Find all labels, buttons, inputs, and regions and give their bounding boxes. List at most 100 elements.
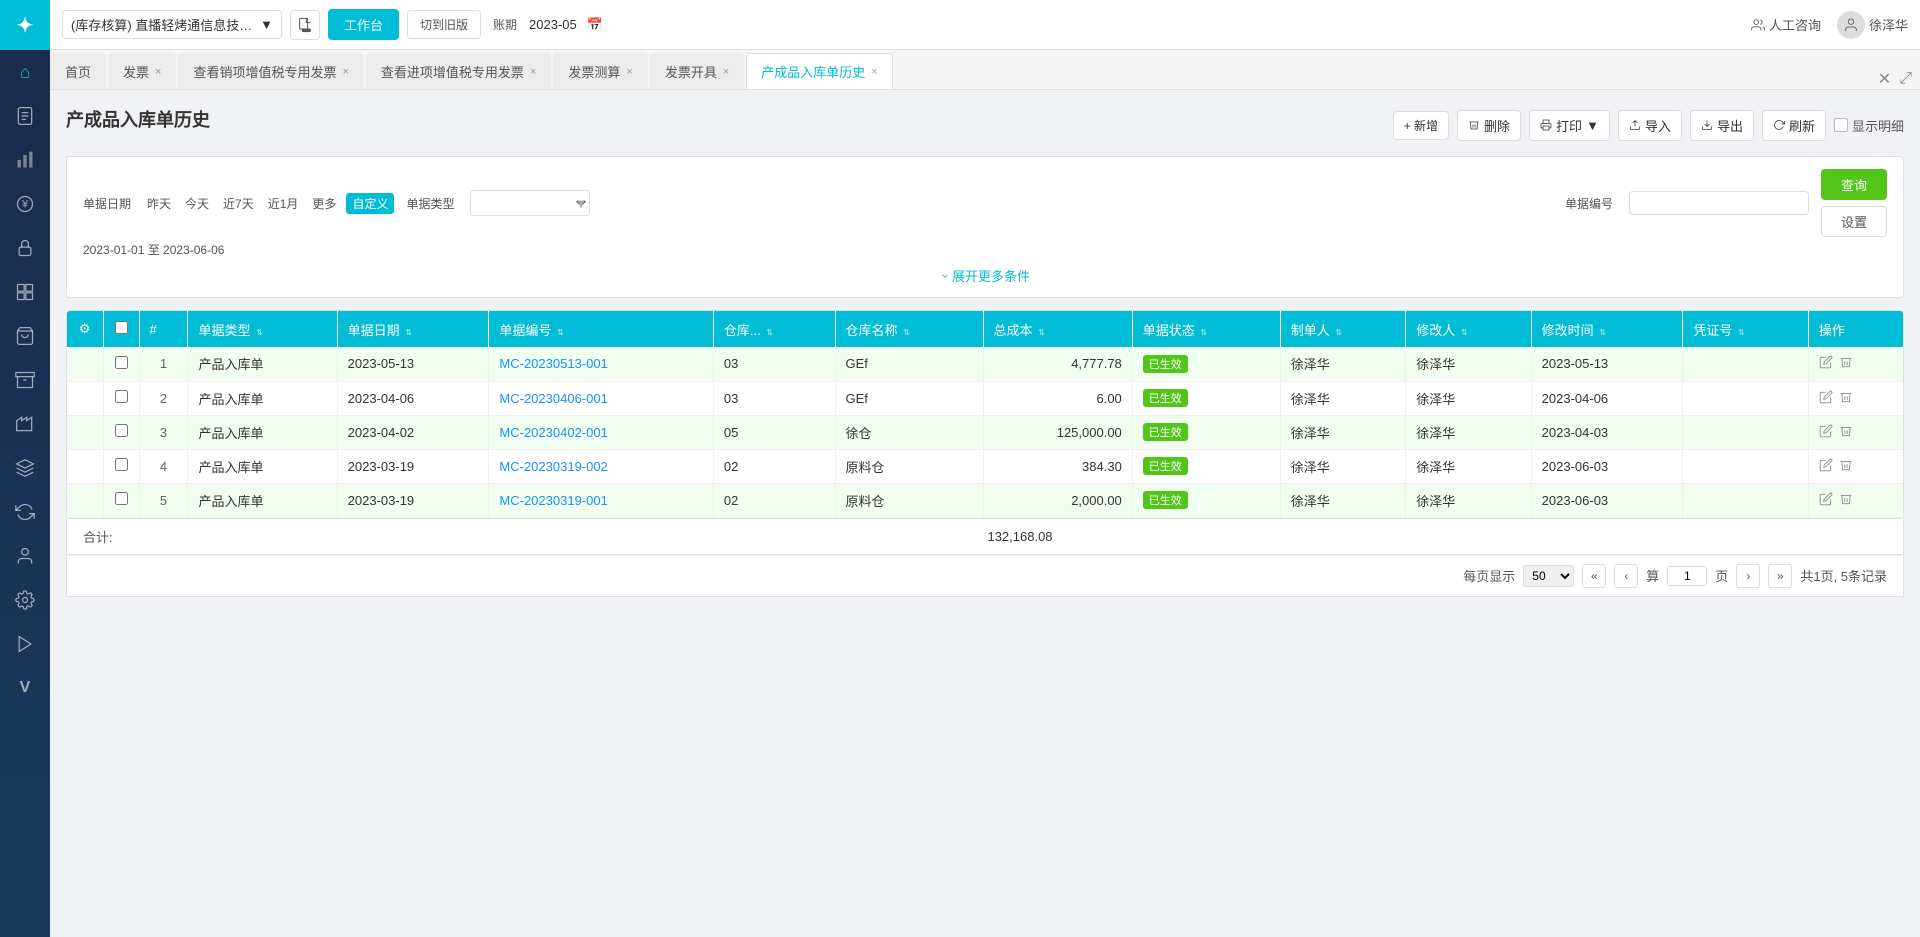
row-delete-icon[interactable] bbox=[1839, 424, 1853, 441]
row-number-link[interactable]: MC-20230513-001 bbox=[499, 356, 607, 371]
show-detail-toggle[interactable]: 显示明细 bbox=[1834, 116, 1904, 135]
sidebar-item-stamp[interactable] bbox=[0, 446, 50, 490]
sidebar-item-v[interactable]: V bbox=[0, 666, 50, 710]
row-edit-icon[interactable] bbox=[1819, 424, 1833, 441]
th-check[interactable] bbox=[103, 311, 139, 347]
expand-conditions-button[interactable]: 展开更多条件 bbox=[940, 266, 1030, 285]
th-creator[interactable]: 制单人 ⇅ bbox=[1280, 311, 1405, 347]
row-number[interactable]: MC-20230402-001 bbox=[489, 415, 713, 449]
tab-expand-icon[interactable]: ⤢ bbox=[1899, 70, 1912, 88]
type-filter-select[interactable] bbox=[470, 190, 590, 216]
row-check[interactable] bbox=[103, 381, 139, 415]
import-button[interactable]: 导入 bbox=[1618, 110, 1682, 141]
th-number[interactable]: 单据编号 ⇅ bbox=[489, 311, 713, 347]
tab-sales-invoice-close[interactable]: × bbox=[342, 66, 348, 78]
next-page-button[interactable]: › bbox=[1736, 564, 1760, 588]
row-check[interactable] bbox=[103, 415, 139, 449]
row-check[interactable] bbox=[103, 449, 139, 483]
sidebar-item-recycle[interactable] bbox=[0, 490, 50, 534]
tab-invoice[interactable]: 发票 × bbox=[108, 53, 176, 89]
th-voucher[interactable]: 凭证号 ⇅ bbox=[1683, 311, 1808, 347]
row-delete-icon[interactable] bbox=[1839, 458, 1853, 475]
print-button[interactable]: 打印 ▼ bbox=[1529, 110, 1610, 141]
sidebar-item-grid[interactable] bbox=[0, 270, 50, 314]
row-check[interactable] bbox=[103, 483, 139, 517]
th-modifier[interactable]: 修改人 ⇅ bbox=[1406, 311, 1531, 347]
row-edit-icon[interactable] bbox=[1819, 492, 1833, 509]
query-button[interactable]: 查询 bbox=[1821, 169, 1887, 200]
tab-product-history-close[interactable]: × bbox=[871, 66, 877, 78]
refresh-button[interactable]: 刷新 bbox=[1762, 110, 1826, 141]
number-filter-input[interactable] bbox=[1629, 191, 1809, 215]
delete-button[interactable]: 删除 bbox=[1457, 110, 1521, 141]
first-page-button[interactable]: « bbox=[1582, 564, 1606, 588]
prev-page-button[interactable]: ‹ bbox=[1614, 564, 1638, 588]
tab-invoice-calc[interactable]: 发票测算 × bbox=[553, 53, 647, 89]
shortcut-today[interactable]: 今天 bbox=[181, 193, 213, 214]
row-edit-icon[interactable] bbox=[1819, 458, 1833, 475]
tab-invoice-close[interactable]: × bbox=[155, 66, 161, 78]
tab-product-history[interactable]: 产成品入库单历史 × bbox=[746, 53, 892, 89]
calendar-icon[interactable]: 📅 bbox=[587, 17, 603, 33]
workbench-button[interactable]: 工作台 bbox=[328, 9, 399, 40]
sidebar-item-money[interactable]: ¥ bbox=[0, 182, 50, 226]
page-number-input[interactable] bbox=[1667, 566, 1707, 586]
th-warehouse-name[interactable]: 仓库名称 ⇅ bbox=[835, 311, 983, 347]
row-number[interactable]: MC-20230513-001 bbox=[489, 347, 713, 381]
row-delete-icon[interactable] bbox=[1839, 355, 1853, 372]
company-selector[interactable]: (库存核算) 直播轻烤通信息技术股份... ▼ bbox=[62, 10, 282, 39]
shortcut-yesterday[interactable]: 昨天 bbox=[143, 193, 175, 214]
row-check[interactable] bbox=[103, 347, 139, 381]
sidebar-item-lock[interactable] bbox=[0, 226, 50, 270]
sidebar-item-home[interactable]: ⌂ bbox=[0, 50, 50, 94]
row-edit-icon[interactable] bbox=[1819, 390, 1833, 407]
row-checkbox[interactable] bbox=[115, 356, 128, 369]
tab-sales-invoice[interactable]: 查看销项增值税专用发票 × bbox=[178, 53, 363, 89]
switch-version-button[interactable]: 切到旧版 bbox=[407, 10, 481, 39]
tab-close-all-icon[interactable]: ✕ bbox=[1878, 69, 1891, 89]
shortcut-custom[interactable]: 自定义 bbox=[346, 193, 394, 214]
last-page-button[interactable]: » bbox=[1768, 564, 1792, 588]
tab-invoice-issue-close[interactable]: × bbox=[723, 66, 729, 78]
sidebar-item-cart[interactable] bbox=[0, 314, 50, 358]
row-checkbox[interactable] bbox=[115, 458, 128, 471]
sidebar-item-person[interactable] bbox=[0, 534, 50, 578]
tab-invoice-issue[interactable]: 发票开具 × bbox=[650, 53, 744, 89]
user-item[interactable]: 徐泽华 bbox=[1837, 11, 1908, 39]
reset-button[interactable]: 设置 bbox=[1821, 206, 1887, 237]
row-delete-icon[interactable] bbox=[1839, 390, 1853, 407]
sidebar-item-document[interactable] bbox=[0, 94, 50, 138]
th-total-cost[interactable]: 总成本 ⇅ bbox=[983, 311, 1132, 347]
shortcut-1month[interactable]: 近1月 bbox=[264, 193, 303, 214]
th-type[interactable]: 单据类型 ⇅ bbox=[188, 311, 337, 347]
row-number-link[interactable]: MC-20230319-002 bbox=[499, 459, 607, 474]
row-delete-icon[interactable] bbox=[1839, 492, 1853, 509]
sidebar-item-play[interactable] bbox=[0, 622, 50, 666]
tab-invoice-calc-close[interactable]: × bbox=[626, 66, 632, 78]
row-number-link[interactable]: MC-20230319-001 bbox=[499, 493, 607, 508]
th-gear[interactable]: ⚙ bbox=[67, 311, 103, 347]
per-page-select[interactable]: 50 100 200 bbox=[1523, 565, 1574, 587]
row-edit-icon[interactable] bbox=[1819, 355, 1833, 372]
new-button[interactable]: + 新增 bbox=[1393, 111, 1449, 140]
tab-purchase-invoice[interactable]: 查看进项增值税专用发票 × bbox=[366, 53, 551, 89]
sidebar-item-factory[interactable] bbox=[0, 402, 50, 446]
row-checkbox[interactable] bbox=[115, 424, 128, 437]
row-number-link[interactable]: MC-20230406-001 bbox=[499, 391, 607, 406]
tab-home[interactable]: 首页 bbox=[50, 53, 106, 89]
sidebar-item-chart[interactable] bbox=[0, 138, 50, 182]
help-item[interactable]: 人工咨询 bbox=[1751, 15, 1821, 34]
export-button[interactable]: 导出 bbox=[1690, 110, 1754, 141]
shortcut-7days[interactable]: 近7天 bbox=[219, 193, 258, 214]
show-detail-checkbox[interactable] bbox=[1834, 118, 1848, 132]
app-logo[interactable]: ✦ bbox=[0, 0, 50, 50]
row-number[interactable]: MC-20230319-002 bbox=[489, 449, 713, 483]
row-number-link[interactable]: MC-20230402-001 bbox=[499, 425, 607, 440]
tab-purchase-invoice-close[interactable]: × bbox=[530, 66, 536, 78]
th-date[interactable]: 单据日期 ⇅ bbox=[337, 311, 489, 347]
doc-icon-button[interactable] bbox=[290, 10, 320, 40]
sidebar-item-settings[interactable] bbox=[0, 578, 50, 622]
sidebar-item-box[interactable] bbox=[0, 358, 50, 402]
th-status[interactable]: 单据状态 ⇅ bbox=[1132, 311, 1280, 347]
select-all-checkbox[interactable] bbox=[115, 321, 128, 334]
